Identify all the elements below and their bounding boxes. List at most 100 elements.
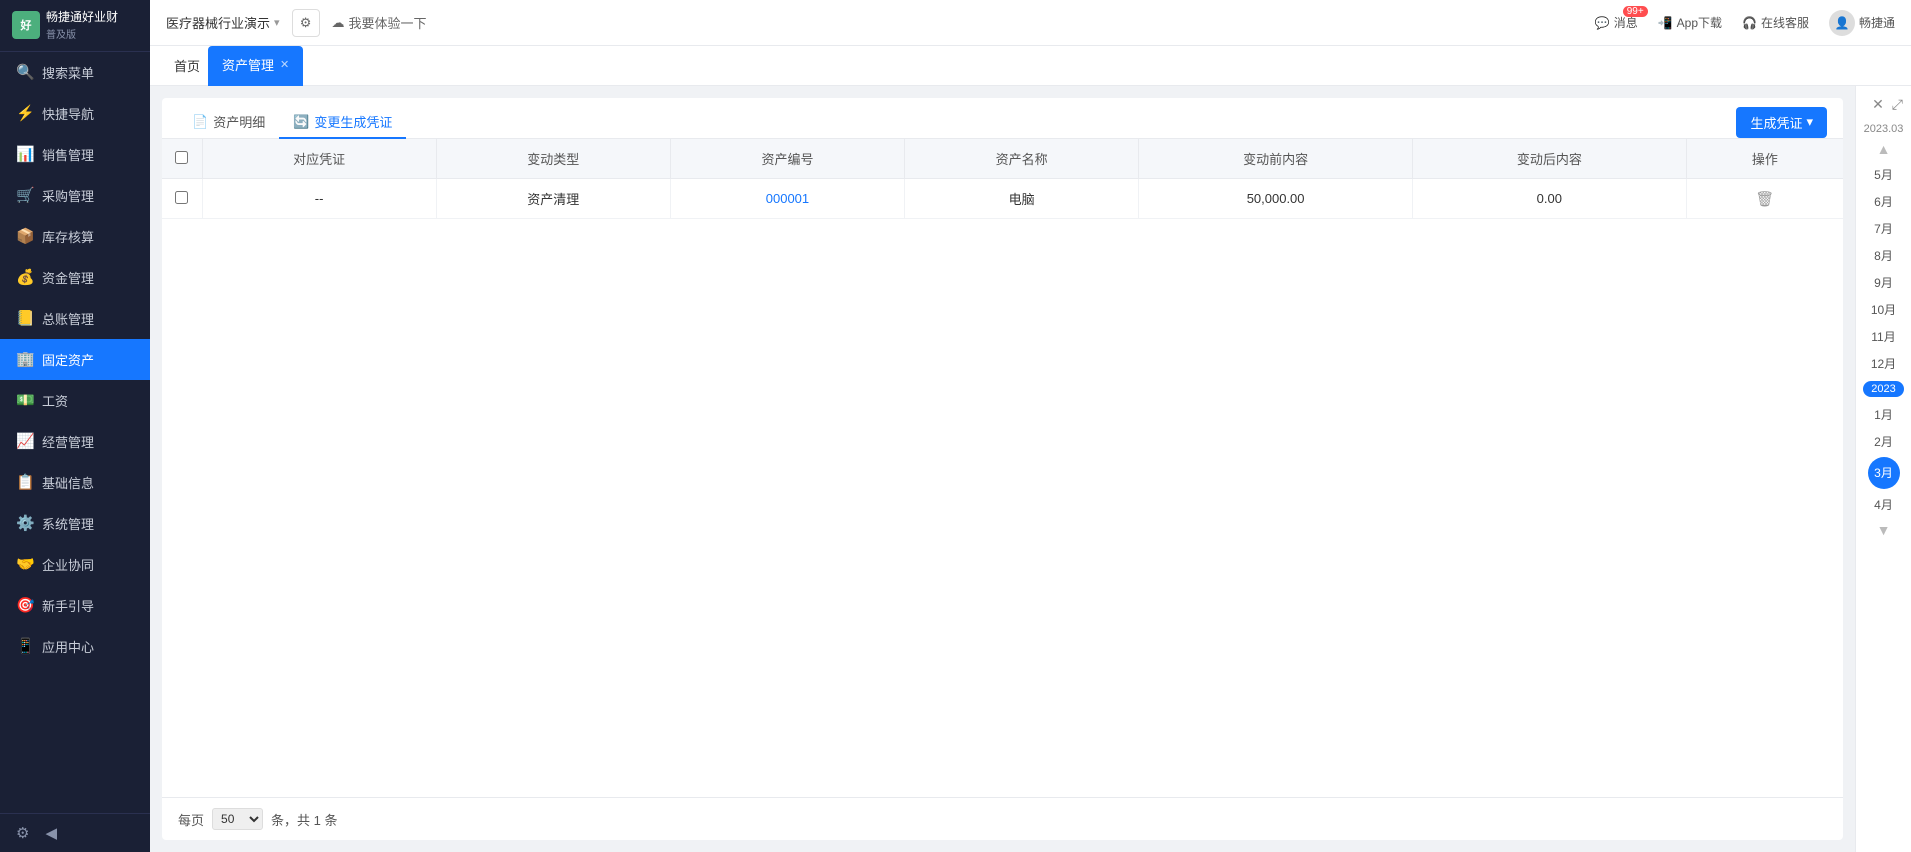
calendar-month-7[interactable]: 7月 xyxy=(1856,215,1911,242)
col-after-change: 变动后内容 xyxy=(1412,139,1686,179)
row-action-cell: 🗑 xyxy=(1686,179,1843,219)
calendar-month-3-current[interactable]: 3月 xyxy=(1868,457,1900,489)
search-icon: 🔍 xyxy=(16,63,34,81)
per-page-label: 每页 xyxy=(178,810,204,829)
change-voucher-icon: 🔄 xyxy=(293,114,309,130)
app-download-button[interactable]: 📲 App下载 xyxy=(1658,14,1722,31)
system-label: 系统管理 xyxy=(42,514,94,533)
online-service-button[interactable]: 🎧 在线客服 xyxy=(1742,14,1809,31)
calendar-month-6[interactable]: 6月 xyxy=(1856,188,1911,215)
sidebar-item-system[interactable]: ⚙️ 系统管理 xyxy=(0,503,150,544)
col-change-type: 变动类型 xyxy=(436,139,670,179)
online-service-label: 在线客服 xyxy=(1761,14,1809,31)
tab-home[interactable]: 首页 xyxy=(166,56,208,75)
calendar-year-label: 2023.03 xyxy=(1864,119,1904,137)
sidebar-logo: 好 畅捷通好业财 普及版 xyxy=(0,0,150,52)
messages-button[interactable]: 💬 消息 99+ xyxy=(1595,14,1638,31)
tabs-bar: 首页 资产管理 ✕ xyxy=(150,46,1911,86)
calendar-month-4[interactable]: 4月 xyxy=(1856,491,1911,518)
fixed-assets-icon: 🏢 xyxy=(16,350,34,368)
company-name: 医疗器械行业演示 xyxy=(166,13,270,32)
sidebar-item-sales[interactable]: 📊 销售管理 xyxy=(0,134,150,175)
panel-expand-button[interactable]: ⤢ xyxy=(1890,94,1905,115)
sidebar-item-app-center[interactable]: 📱应用中心 xyxy=(0,626,150,667)
company-settings-button[interactable]: ⚙ xyxy=(292,9,320,37)
calendar-month-8[interactable]: 8月 xyxy=(1856,242,1911,269)
payroll-label: 工资 xyxy=(42,391,68,410)
sidebar-item-inventory[interactable]: 📦库存核算 xyxy=(0,216,150,257)
settings-icon[interactable]: ⚙ xyxy=(16,824,29,842)
quick-nav-icon: ⚡ xyxy=(16,104,34,122)
sidebar-item-collab[interactable]: 🤝企业协同 xyxy=(0,544,150,585)
sidebar-item-purchase[interactable]: 🛒采购管理 xyxy=(0,175,150,216)
company-selector[interactable]: 医疗器械行业演示 ▾ xyxy=(166,13,280,32)
basic-info-label: 基础信息 xyxy=(42,473,94,492)
sub-tab-asset-detail[interactable]: 📄 资产明细 xyxy=(178,106,279,139)
calendar-scroll-down[interactable]: ▼ xyxy=(1873,518,1895,542)
messages-badge: 99+ xyxy=(1623,6,1648,17)
change-voucher-label: 变更生成凭证 xyxy=(314,112,392,131)
calendar-month-10[interactable]: 10月 xyxy=(1856,296,1911,323)
generate-voucher-button[interactable]: 生成凭证 ▾ xyxy=(1736,107,1827,138)
guide-label: 新手引导 xyxy=(42,596,94,615)
row-checkbox-cell xyxy=(162,179,202,219)
online-service-icon: 🎧 xyxy=(1742,16,1757,30)
app-center-label: 应用中心 xyxy=(42,637,94,656)
tab-asset-management[interactable]: 资产管理 ✕ xyxy=(208,46,303,86)
select-all-checkbox[interactable] xyxy=(175,151,188,164)
sales-icon: 📊 xyxy=(16,145,34,163)
panel-close-button[interactable]: ✕ xyxy=(1870,94,1886,115)
sidebar-item-fixed-assets[interactable]: 🏢 固定资产 xyxy=(0,339,150,380)
table-body: -- 资产清理 000001 电脑 50,000.00 0.00 🗑 xyxy=(162,179,1843,219)
quick-nav-label: 快捷导航 xyxy=(42,104,94,123)
calendar-month-9[interactable]: 9月 xyxy=(1856,269,1911,296)
topbar: 医疗器械行业演示 ▾ ⚙ ☁ 我要体验一下 💬 消息 99+ 📲 App下载 🎧… xyxy=(150,0,1911,46)
logo-text-block: 畅捷通好业财 普及版 xyxy=(46,10,118,41)
per-page-select[interactable]: 50 10 20 100 xyxy=(212,808,263,830)
sidebar-item-ledger[interactable]: 📒总账管理 xyxy=(0,298,150,339)
user-button[interactable]: 👤 畅捷通 xyxy=(1829,10,1895,36)
generate-label: 生成凭证 xyxy=(1750,113,1802,132)
sidebar-bottom: ⚙ ◀ xyxy=(0,813,150,852)
system-icon: ⚙️ xyxy=(16,514,34,532)
calendar-month-12[interactable]: 12月 xyxy=(1856,350,1911,377)
sidebar-item-basic-info[interactable]: 📋 基础信息 xyxy=(0,462,150,503)
col-action: 操作 xyxy=(1686,139,1843,179)
sidebar-item-search[interactable]: 🔍 搜索菜单 xyxy=(0,52,150,93)
asset-detail-icon: 📄 xyxy=(192,114,208,130)
fixed-assets-label: 固定资产 xyxy=(42,350,94,369)
sidebar-item-payroll[interactable]: 💵工资 xyxy=(0,380,150,421)
sub-tabs: 📄 资产明细 🔄 变更生成凭证 生成凭证 ▾ xyxy=(162,98,1843,139)
basic-info-icon: 📋 xyxy=(16,473,34,491)
sidebar: 好 畅捷通好业财 普及版 🔍 搜索菜单 ⚡ 快捷导航 📊 销售管理 🛒采购管理📦库存核算💰资… xyxy=(0,0,150,852)
calendar-scroll-up[interactable]: ▲ xyxy=(1873,137,1895,161)
calendar-month-5[interactable]: 5月 xyxy=(1856,161,1911,188)
asset-detail-label: 资产明细 xyxy=(213,112,265,131)
sales-label: 销售管理 xyxy=(42,145,94,164)
experience-button[interactable]: ☁ 我要体验一下 xyxy=(332,13,427,32)
row-asset-code[interactable]: 000001 xyxy=(670,179,904,219)
row-asset-name: 电脑 xyxy=(905,179,1139,219)
col-voucher: 对应凭证 xyxy=(202,139,436,179)
row-checkbox-0[interactable] xyxy=(175,191,188,204)
sub-tab-change-voucher[interactable]: 🔄 变更生成凭证 xyxy=(279,106,406,139)
year-badge-2023[interactable]: 2023 xyxy=(1863,381,1903,397)
search-label: 搜索菜单 xyxy=(42,63,94,82)
tab-close-icon[interactable]: ✕ xyxy=(280,58,289,71)
sidebar-item-finance[interactable]: 💰资金管理 xyxy=(0,257,150,298)
total-label: 条，共 1 条 xyxy=(271,810,337,829)
sidebar-item-ops[interactable]: 📈经营管理 xyxy=(0,421,150,462)
home-tab-label: 首页 xyxy=(174,59,200,74)
panel-header: ✕ ⤢ xyxy=(1856,90,1911,119)
sidebar-nav: 🔍 搜索菜单 ⚡ 快捷导航 📊 销售管理 🛒采购管理📦库存核算💰资金管理📒总账管理 🏢 固定资产… xyxy=(0,52,150,813)
sidebar-item-quick-nav[interactable]: ⚡ 快捷导航 xyxy=(0,93,150,134)
row-delete-button[interactable]: 🗑 xyxy=(1751,190,1778,208)
calendar-month-1[interactable]: 1月 xyxy=(1856,401,1911,428)
logo-sub: 普及版 xyxy=(46,26,118,41)
sidebar-item-guide[interactable]: 🎯新手引导 xyxy=(0,585,150,626)
finance-icon: 💰 xyxy=(16,268,34,286)
collapse-icon[interactable]: ◀ xyxy=(45,824,57,842)
calendar-month-2[interactable]: 2月 xyxy=(1856,428,1911,455)
row-after-change: 0.00 xyxy=(1412,179,1686,219)
calendar-month-11[interactable]: 11月 xyxy=(1856,323,1911,350)
